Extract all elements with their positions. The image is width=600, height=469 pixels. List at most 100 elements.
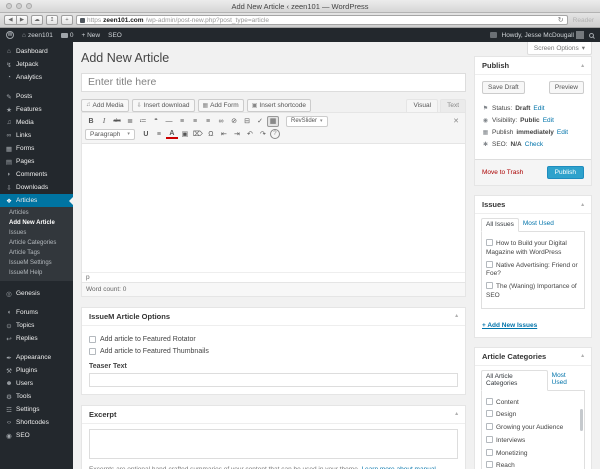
sidebar-item-forms[interactable]: ▦ Forms bbox=[0, 142, 73, 155]
submenu-issuem-help[interactable]: IssueM Help bbox=[0, 268, 73, 278]
site-name-menu[interactable]: ⌂ zeen101 bbox=[22, 32, 53, 39]
revslider-button[interactable]: RevSlider ▾ bbox=[286, 115, 328, 127]
window-zoom-button[interactable] bbox=[26, 3, 32, 9]
italic-icon[interactable]: I bbox=[98, 116, 110, 127]
bold-icon[interactable]: B bbox=[85, 116, 97, 127]
category-item[interactable]: Monetizing bbox=[486, 448, 580, 459]
sidebar-item-replies[interactable]: ↩ Replies bbox=[0, 332, 73, 345]
indent-icon[interactable]: ⇥ bbox=[231, 129, 243, 140]
help-icon[interactable]: ? bbox=[269, 129, 280, 139]
excerpt-header[interactable]: Excerpt ▴ bbox=[82, 406, 465, 424]
publish-button[interactable]: Publish bbox=[546, 166, 584, 179]
add-form-button[interactable]: ▦ Add Form bbox=[197, 98, 244, 112]
sidebar-item-jetpack[interactable]: ↯ Jetpack bbox=[0, 58, 73, 71]
strikethrough-icon[interactable]: abc bbox=[111, 116, 123, 127]
sidebar-item-features[interactable]: ★ Features bbox=[0, 103, 73, 116]
category-checkbox[interactable] bbox=[486, 435, 493, 443]
back-button[interactable]: ◀ bbox=[4, 15, 16, 25]
toggle-icon[interactable]: ▴ bbox=[581, 353, 584, 359]
category-item[interactable]: Reach bbox=[486, 461, 580, 469]
notification-icon[interactable] bbox=[489, 32, 497, 38]
issue-item[interactable]: How to Build your Digital Magazine with … bbox=[486, 239, 580, 258]
publish-header[interactable]: Publish ▴ bbox=[475, 57, 591, 75]
underline-icon[interactable]: U bbox=[140, 129, 152, 140]
save-draft-button[interactable]: Save Draft bbox=[482, 81, 525, 94]
tab-all-issues[interactable]: All Issues bbox=[481, 218, 519, 232]
toggle-icon[interactable]: ▴ bbox=[581, 63, 584, 69]
address-bar[interactable]: https zeen101.com /wp-admin/post-new.php… bbox=[76, 15, 568, 25]
window-close-button[interactable] bbox=[6, 3, 12, 9]
category-item[interactable]: Growing your Audience bbox=[486, 423, 580, 433]
toggle-icon[interactable]: ▴ bbox=[455, 313, 458, 319]
issue-checkbox[interactable] bbox=[486, 239, 493, 246]
category-checkbox[interactable] bbox=[486, 461, 493, 469]
insert-shortcode-button[interactable]: ▣ Insert shortcode bbox=[246, 98, 311, 112]
sidebar-item-downloads[interactable]: ⇩ Downloads bbox=[0, 181, 73, 194]
fullscreen-icon[interactable]: ✕ bbox=[450, 116, 462, 127]
clear-formatting-icon[interactable]: ⌦ bbox=[192, 129, 204, 140]
add-media-button[interactable]: ♫ Add Media bbox=[81, 98, 129, 112]
tab-text[interactable]: Text bbox=[440, 98, 466, 112]
category-item[interactable]: Content bbox=[486, 397, 580, 408]
align-center-icon[interactable]: ≡ bbox=[189, 116, 201, 127]
sidebar-item-media[interactable]: ♫ Media bbox=[0, 116, 73, 129]
my-account-menu[interactable]: Howdy, Jesse McDougall bbox=[502, 31, 584, 39]
icloud-tabs-button[interactable]: ☁ bbox=[31, 15, 43, 25]
toggle-icon[interactable]: ▴ bbox=[581, 202, 584, 208]
remove-link-icon[interactable]: ⊘ bbox=[228, 116, 240, 127]
proofread-icon[interactable]: ✓ bbox=[254, 116, 266, 127]
sidebar-item-settings[interactable]: ☲ Settings bbox=[0, 403, 73, 416]
insert-link-icon[interactable]: ∞ bbox=[215, 116, 227, 127]
seo-check-link[interactable]: Check bbox=[525, 141, 543, 148]
horizontal-rule-icon[interactable]: — bbox=[163, 116, 175, 127]
sidebar-item-appearance[interactable]: ✒ Appearance bbox=[0, 351, 73, 364]
issues-header[interactable]: Issues ▴ bbox=[475, 196, 591, 214]
sidebar-item-tools[interactable]: ⚙ Tools bbox=[0, 390, 73, 403]
screen-options-tab[interactable]: Screen Options ▾ bbox=[526, 42, 592, 55]
issue-item[interactable]: Native Advertising: Friend or Foe? bbox=[486, 260, 580, 280]
submenu-issues[interactable]: Issues bbox=[0, 228, 73, 238]
sidebar-item-genesis[interactable]: ◎ Genesis bbox=[0, 287, 73, 300]
issue-checkbox[interactable] bbox=[486, 260, 493, 268]
teaser-text-input[interactable] bbox=[89, 372, 458, 387]
scrollbar-thumb[interactable] bbox=[580, 408, 583, 431]
sidebar-item-analytics[interactable]: ◔ Analytics bbox=[0, 71, 73, 84]
redo-icon[interactable]: ↷ bbox=[257, 129, 269, 140]
move-to-trash-link[interactable]: Move to Trash bbox=[482, 169, 523, 176]
sidebar-item-seo[interactable]: ◉ SEO bbox=[0, 429, 73, 442]
new-content-menu[interactable]: + New bbox=[82, 32, 101, 39]
category-checkbox[interactable] bbox=[486, 397, 493, 405]
preview-button[interactable]: Preview bbox=[548, 81, 584, 94]
new-tab-button[interactable]: + bbox=[61, 15, 73, 25]
sidebar-item-posts[interactable]: ✎ Posts bbox=[0, 90, 73, 103]
align-left-icon[interactable]: ≡ bbox=[176, 116, 188, 127]
edit-status-link[interactable]: Edit bbox=[533, 105, 544, 112]
justify-icon[interactable]: ≡ bbox=[153, 129, 165, 140]
category-checkbox[interactable] bbox=[486, 410, 493, 418]
category-item[interactable]: Design bbox=[486, 410, 580, 420]
sidebar-item-comments[interactable]: ◗ Comments bbox=[0, 168, 73, 181]
tab-all-article-categories[interactable]: All Article Categories bbox=[481, 369, 548, 391]
sidebar-item-topics[interactable]: ⊙ Topics bbox=[0, 319, 73, 332]
paste-as-text-icon[interactable]: ▣ bbox=[179, 129, 191, 140]
sidebar-item-forums[interactable]: ◖ Forums bbox=[0, 306, 73, 319]
featured-thumbnails-checkbox[interactable] bbox=[89, 347, 96, 355]
submenu-article-tags[interactable]: Article Tags bbox=[0, 248, 73, 258]
edit-visibility-link[interactable]: Edit bbox=[543, 117, 554, 124]
tab-most-used-issues[interactable]: Most Used bbox=[519, 218, 558, 231]
reload-icon[interactable]: ↻ bbox=[558, 16, 564, 24]
seo-menu[interactable]: SEO bbox=[108, 32, 122, 39]
sidebar-item-links[interactable]: ∞ Links bbox=[0, 129, 73, 142]
sidebar-item-plugins[interactable]: ⚒ Plugins bbox=[0, 364, 73, 377]
window-minimize-button[interactable] bbox=[16, 3, 22, 9]
issue-checkbox[interactable] bbox=[486, 282, 493, 290]
undo-icon[interactable]: ↶ bbox=[244, 129, 256, 140]
tab-visual[interactable]: Visual bbox=[406, 98, 439, 112]
sidebar-item-users[interactable]: ☻ Users bbox=[0, 377, 73, 390]
category-checkbox[interactable] bbox=[486, 423, 493, 431]
submenu-issuem-settings[interactable]: IssueM Settings bbox=[0, 258, 73, 268]
issue-item[interactable]: The (Waning) Importance of SEO bbox=[486, 282, 580, 301]
toggle-icon[interactable]: ▴ bbox=[455, 411, 458, 417]
post-title-input[interactable] bbox=[81, 72, 466, 92]
category-item[interactable]: Interviews bbox=[486, 435, 580, 446]
